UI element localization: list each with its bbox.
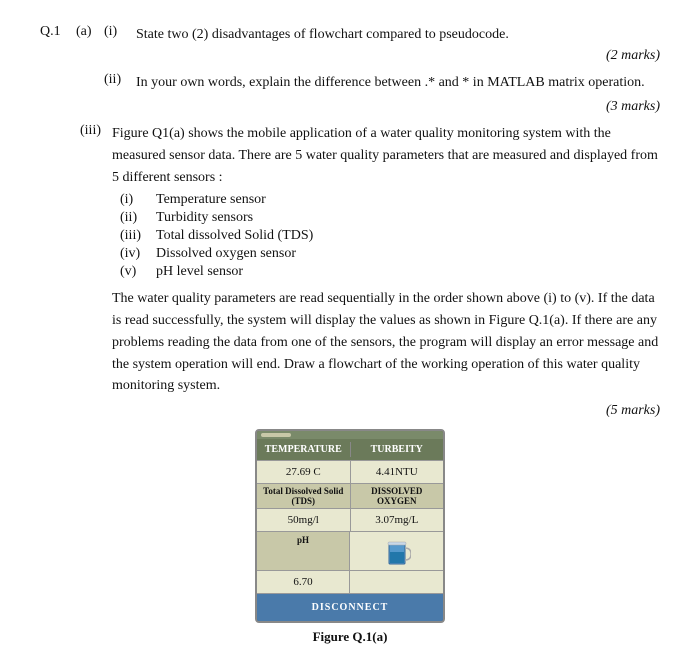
list-item: (iii) Total dissolved Solid (TDS) (112, 228, 660, 244)
question-number: Q.1 (40, 24, 76, 46)
app-header-temperature: TEMPERATURE (257, 442, 351, 457)
app-header-turbidity: TURBEITY (351, 442, 444, 457)
list-item: (iv) Dissolved oxygen sensor (112, 246, 660, 262)
sensor-num-1: (i) (112, 192, 156, 208)
sensor-num-3: (iii) (112, 228, 156, 244)
app-header-row: TEMPERATURE TURBEITY (257, 439, 443, 460)
disconnect-button[interactable]: DISCONNECT (296, 599, 405, 616)
part-i-text: State two (2) disadvantages of flowchart… (136, 24, 660, 46)
figure-caption: Figure Q.1(a) (313, 629, 388, 645)
sensor-label-1: Temperature sensor (156, 192, 266, 208)
part-ii-label: (ii) (104, 72, 136, 94)
app-ph-value: 6.70 (257, 571, 350, 593)
app-ph-icon-cell (350, 532, 443, 570)
sensor-num-5: (v) (112, 264, 156, 280)
list-item: (i) Temperature sensor (112, 192, 660, 208)
app-disconnect-row[interactable]: DISCONNECT (257, 593, 443, 621)
part-iii-label: (iii) (80, 123, 112, 397)
figure-wrapper: TEMPERATURE TURBEITY 27.69 C 4.41NTU Tot… (40, 429, 660, 645)
sensor-label-5: pH level sensor (156, 264, 243, 280)
sensor-num-4: (iv) (112, 246, 156, 262)
app-ph-icon-spacer (350, 571, 443, 593)
water-cup-icon (383, 534, 411, 568)
app-ph-value-row: 6.70 (257, 570, 443, 593)
list-item: (ii) Turbidity sensors (112, 210, 660, 226)
app-section-header-row: Total Dissolved Solid (TDS) DISSOLVED OX… (257, 483, 443, 508)
mobile-app: TEMPERATURE TURBEITY 27.69 C 4.41NTU Tot… (255, 429, 445, 623)
part-iii-body: The water quality parameters are read se… (112, 288, 660, 396)
part-ii-row: (ii) In your own words, explain the diff… (104, 72, 660, 94)
app-do-value: 3.07mg/L (351, 509, 444, 531)
part-iii-content: Figure Q1(a) shows the mobile applicatio… (112, 123, 660, 397)
app-row-1: 27.69 C 4.41NTU (257, 460, 443, 483)
part-i-label: (i) (104, 24, 136, 46)
question-block: Q.1 (a) (i) State two (2) disadvantages … (40, 24, 660, 645)
sensor-label-4: Dissolved oxygen sensor (156, 246, 296, 262)
list-item: (v) pH level sensor (112, 264, 660, 280)
app-ph-label: pH (257, 532, 350, 570)
question-header: Q.1 (a) (i) State two (2) disadvantages … (40, 24, 660, 46)
part-iii-intro: Figure Q1(a) shows the mobile applicatio… (112, 126, 658, 184)
part-iii-row: (iii) Figure Q1(a) shows the mobile appl… (80, 123, 660, 397)
app-tds-value: 50mg/l (257, 509, 351, 531)
part-iii-marks: (5 marks) (40, 403, 660, 419)
app-turb-value: 4.41NTU (351, 461, 444, 483)
sensor-label-2: Turbidity sensors (156, 210, 253, 226)
sensor-label-3: Total dissolved Solid (TDS) (156, 228, 313, 244)
sensor-list: (i) Temperature sensor (ii) Turbidity se… (112, 192, 660, 280)
part-a-label: (a) (76, 24, 104, 46)
app-row-2: 50mg/l 3.07mg/L (257, 508, 443, 531)
part-i-marks: (2 marks) (40, 48, 660, 64)
part-ii-text: In your own words, explain the differenc… (136, 72, 660, 94)
part-ii-marks: (3 marks) (40, 99, 660, 115)
app-ph-row: pH (257, 531, 443, 570)
app-do-label: DISSOLVED OXYGEN (351, 484, 444, 508)
app-temp-value: 27.69 C (257, 461, 351, 483)
sensor-num-2: (ii) (112, 210, 156, 226)
app-tds-label: Total Dissolved Solid (TDS) (257, 484, 351, 508)
